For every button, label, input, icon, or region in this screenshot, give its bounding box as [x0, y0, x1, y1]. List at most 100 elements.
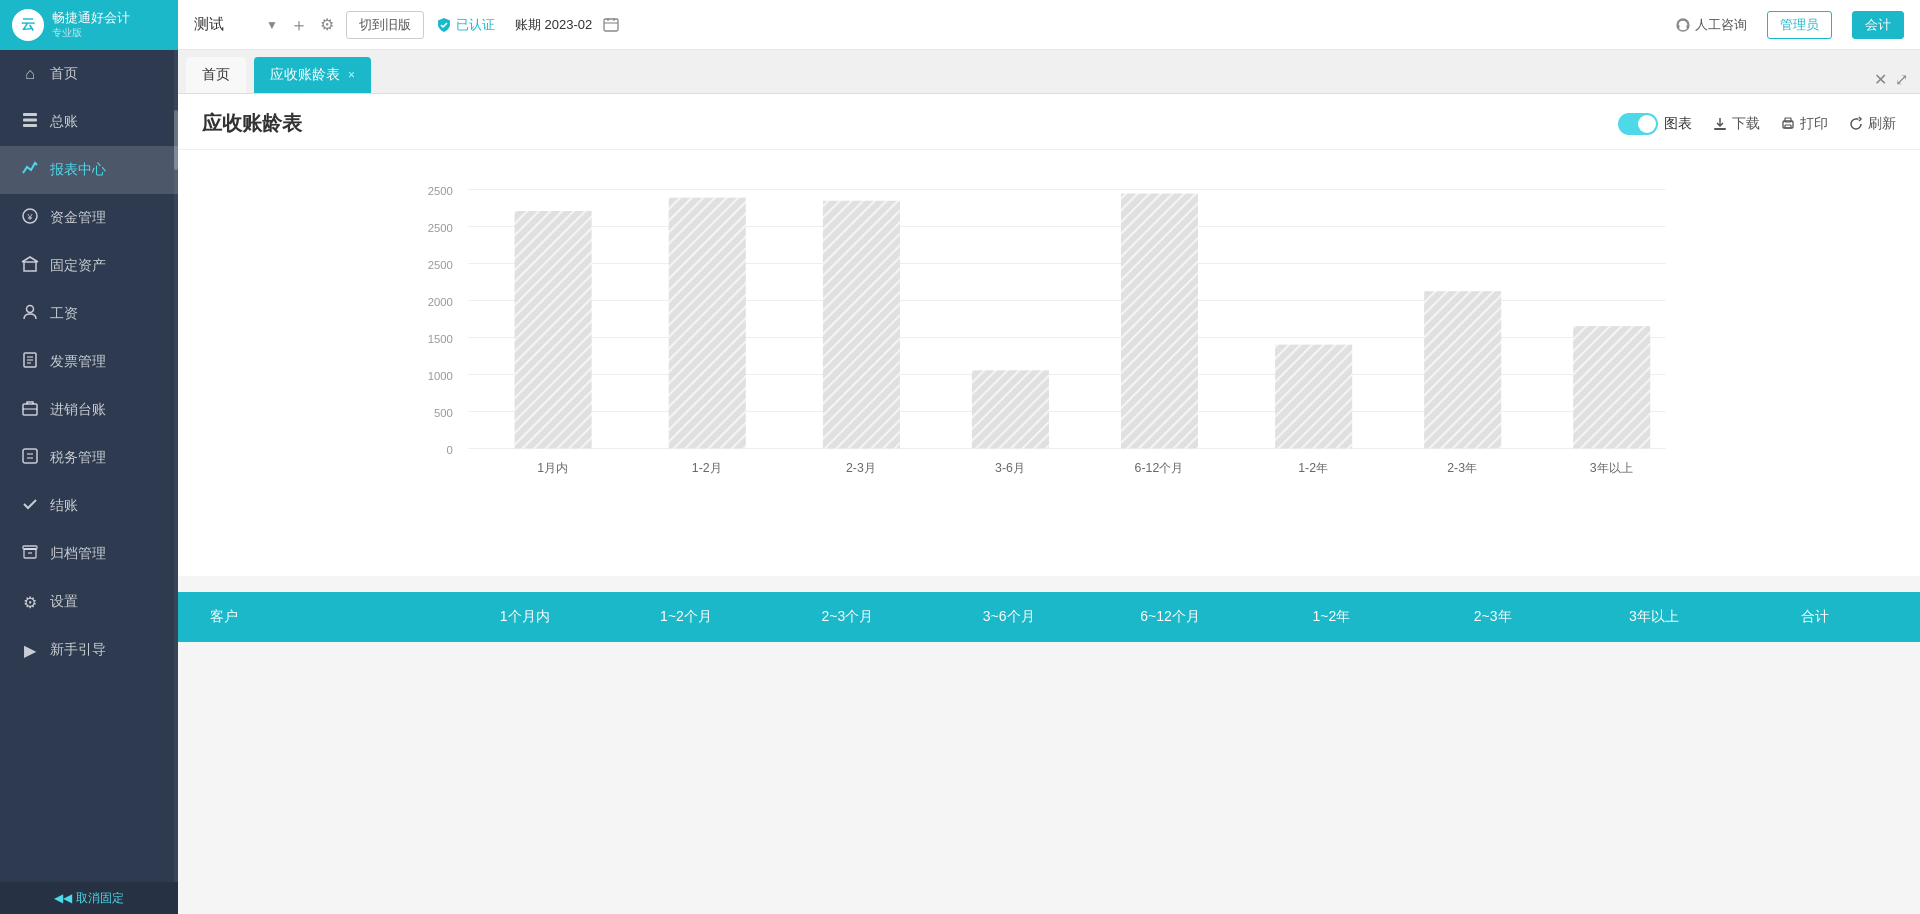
sidebar-scrollbar-track [174, 50, 178, 882]
tab-home[interactable]: 首页 [186, 57, 246, 93]
svg-text:3年以上: 3年以上 [1590, 461, 1633, 475]
table-col-3y-plus: 3年以上 [1573, 592, 1734, 642]
sidebar-item-tax[interactable]: 税务管理 [0, 434, 178, 482]
tab-close-window-icon[interactable]: ✕ [1874, 70, 1887, 89]
svg-rect-24 [1677, 25, 1680, 29]
company-dropdown-icon[interactable]: ▼ [266, 18, 278, 32]
svg-text:2-3月: 2-3月 [846, 461, 876, 475]
svg-rect-1 [23, 119, 37, 122]
sidebar-item-inventory[interactable]: 进销台账 [0, 386, 178, 434]
svg-rect-53 [1275, 345, 1352, 449]
closing-icon [20, 495, 40, 517]
tab-close-button[interactable]: × [348, 68, 355, 82]
svg-rect-0 [23, 113, 37, 116]
sidebar-scrollbar-thumb [174, 110, 178, 170]
svg-text:1-2年: 1-2年 [1298, 461, 1328, 475]
svg-text:1月内: 1月内 [537, 461, 568, 475]
tab-aging-report[interactable]: 应收账龄表 × [254, 57, 371, 93]
period-display: 账期 2023-02 [515, 16, 619, 34]
calendar-icon[interactable] [603, 17, 619, 33]
sidebar-item-invoice[interactable]: 发票管理 [0, 338, 178, 386]
accountant-button[interactable]: 会计 [1852, 11, 1904, 39]
svg-rect-13 [23, 449, 37, 463]
settings-icon: ⚙ [20, 593, 40, 612]
chart-wrap: 2500 2500 2500 2000 1500 1000 500 0 [210, 174, 1888, 544]
sidebar-item-home[interactable]: ⌂ 首页 [0, 50, 178, 98]
refresh-button[interactable]: 刷新 [1848, 115, 1896, 133]
settings-gear-icon[interactable]: ⚙ [320, 15, 334, 34]
table-col-2-3m: 2~3个月 [767, 592, 928, 642]
tab-corner-actions: ✕ ⤢ [1862, 70, 1920, 93]
svg-rect-26 [1714, 128, 1726, 130]
svg-rect-29 [1785, 125, 1791, 128]
sidebar-item-assets[interactable]: 固定资产 [0, 242, 178, 290]
bar-chart-svg: 2500 2500 2500 2000 1500 1000 500 0 [210, 174, 1888, 544]
topbar: 测试 ▼ ＋ ⚙ 切到旧版 已认证 账期 2023-02 人工咨询 管理员 会计 [178, 0, 1920, 50]
svg-rect-25 [1687, 25, 1690, 29]
archive-icon [20, 543, 40, 565]
svg-text:3-6月: 3-6月 [995, 461, 1025, 475]
switch-old-version-button[interactable]: 切到旧版 [346, 11, 424, 39]
refresh-icon [1848, 116, 1864, 132]
svg-rect-50 [823, 201, 900, 449]
print-button[interactable]: 打印 [1780, 115, 1828, 133]
table-container: 客户 1个月内 1~2个月 2~3个月 3~6个月 6~12个月 1~2年 2~… [178, 592, 1920, 642]
sidebar-item-reports[interactable]: 报表中心 [0, 146, 178, 194]
sidebar-item-closing[interactable]: 结账 [0, 482, 178, 530]
table-col-total: 合计 [1735, 592, 1896, 642]
print-icon [1780, 116, 1796, 132]
content-area: 应收账龄表 图表 下载 打印 刷新 [178, 94, 1920, 914]
table-col-customer: 客户 [202, 592, 444, 642]
sidebar-logo: 云 畅捷通好会计 专业版 [0, 0, 178, 50]
svg-rect-54 [1424, 291, 1501, 448]
chart-toggle-label: 图表 [1664, 115, 1692, 133]
tab-maximize-icon[interactable]: ⤢ [1895, 70, 1908, 89]
chart-toggle[interactable] [1618, 113, 1658, 135]
inventory-icon [20, 399, 40, 421]
sidebar-item-archive[interactable]: 归档管理 [0, 530, 178, 578]
svg-rect-52 [1121, 194, 1198, 449]
download-button[interactable]: 下载 [1712, 115, 1760, 133]
table-col-2-3y: 2~3年 [1412, 592, 1573, 642]
table-col-1-2y: 1~2年 [1251, 592, 1412, 642]
download-icon [1712, 116, 1728, 132]
svg-text:¥: ¥ [26, 212, 33, 222]
guide-icon: ▶ [20, 641, 40, 660]
table-col-3-6m: 3~6个月 [928, 592, 1089, 642]
svg-text:500: 500 [434, 407, 453, 419]
unpin-button[interactable]: ◀◀ 取消固定 [0, 882, 178, 914]
svg-rect-5 [24, 262, 36, 271]
sidebar-item-settings[interactable]: ⚙ 设置 [0, 578, 178, 626]
sidebar-item-guide[interactable]: ▶ 新手引导 [0, 626, 178, 674]
payroll-icon [20, 303, 40, 325]
consult-button[interactable]: 人工咨询 [1675, 16, 1747, 34]
company-name: 测试 [194, 15, 254, 34]
funds-icon: ¥ [20, 207, 40, 229]
tabbar: 首页 应收账龄表 × ✕ ⤢ [178, 50, 1920, 94]
page-header: 应收账龄表 图表 下载 打印 刷新 [178, 94, 1920, 150]
sidebar-item-funds[interactable]: ¥ 资金管理 [0, 194, 178, 242]
svg-text:2500: 2500 [428, 185, 453, 197]
sidebar-item-ledger[interactable]: 总账 [0, 98, 178, 146]
chart-toggle-wrap: 图表 [1618, 113, 1692, 135]
svg-text:2500: 2500 [428, 222, 453, 234]
svg-text:1-2月: 1-2月 [692, 461, 722, 475]
ledger-icon [20, 111, 40, 133]
svg-text:2500: 2500 [428, 259, 453, 271]
svg-rect-55 [1573, 326, 1650, 448]
page-title: 应收账龄表 [202, 110, 302, 137]
table-col-1-2m: 1~2个月 [605, 592, 766, 642]
table-col-1m: 1个月内 [444, 592, 605, 642]
sidebar: 云 畅捷通好会计 专业版 ⌂ 首页 总账 报表中心 ¥ 资金管理 [0, 0, 178, 914]
svg-point-23 [1677, 19, 1689, 31]
svg-text:2-3年: 2-3年 [1447, 461, 1477, 475]
svg-rect-51 [972, 370, 1049, 448]
svg-rect-48 [515, 211, 592, 448]
add-company-button[interactable]: ＋ [290, 13, 308, 37]
svg-text:0: 0 [447, 444, 453, 456]
verified-status: 已认证 [436, 16, 495, 34]
svg-text:1000: 1000 [428, 370, 453, 382]
svg-text:1500: 1500 [428, 333, 453, 345]
sidebar-item-payroll[interactable]: 工资 [0, 290, 178, 338]
manager-button[interactable]: 管理员 [1767, 11, 1832, 39]
